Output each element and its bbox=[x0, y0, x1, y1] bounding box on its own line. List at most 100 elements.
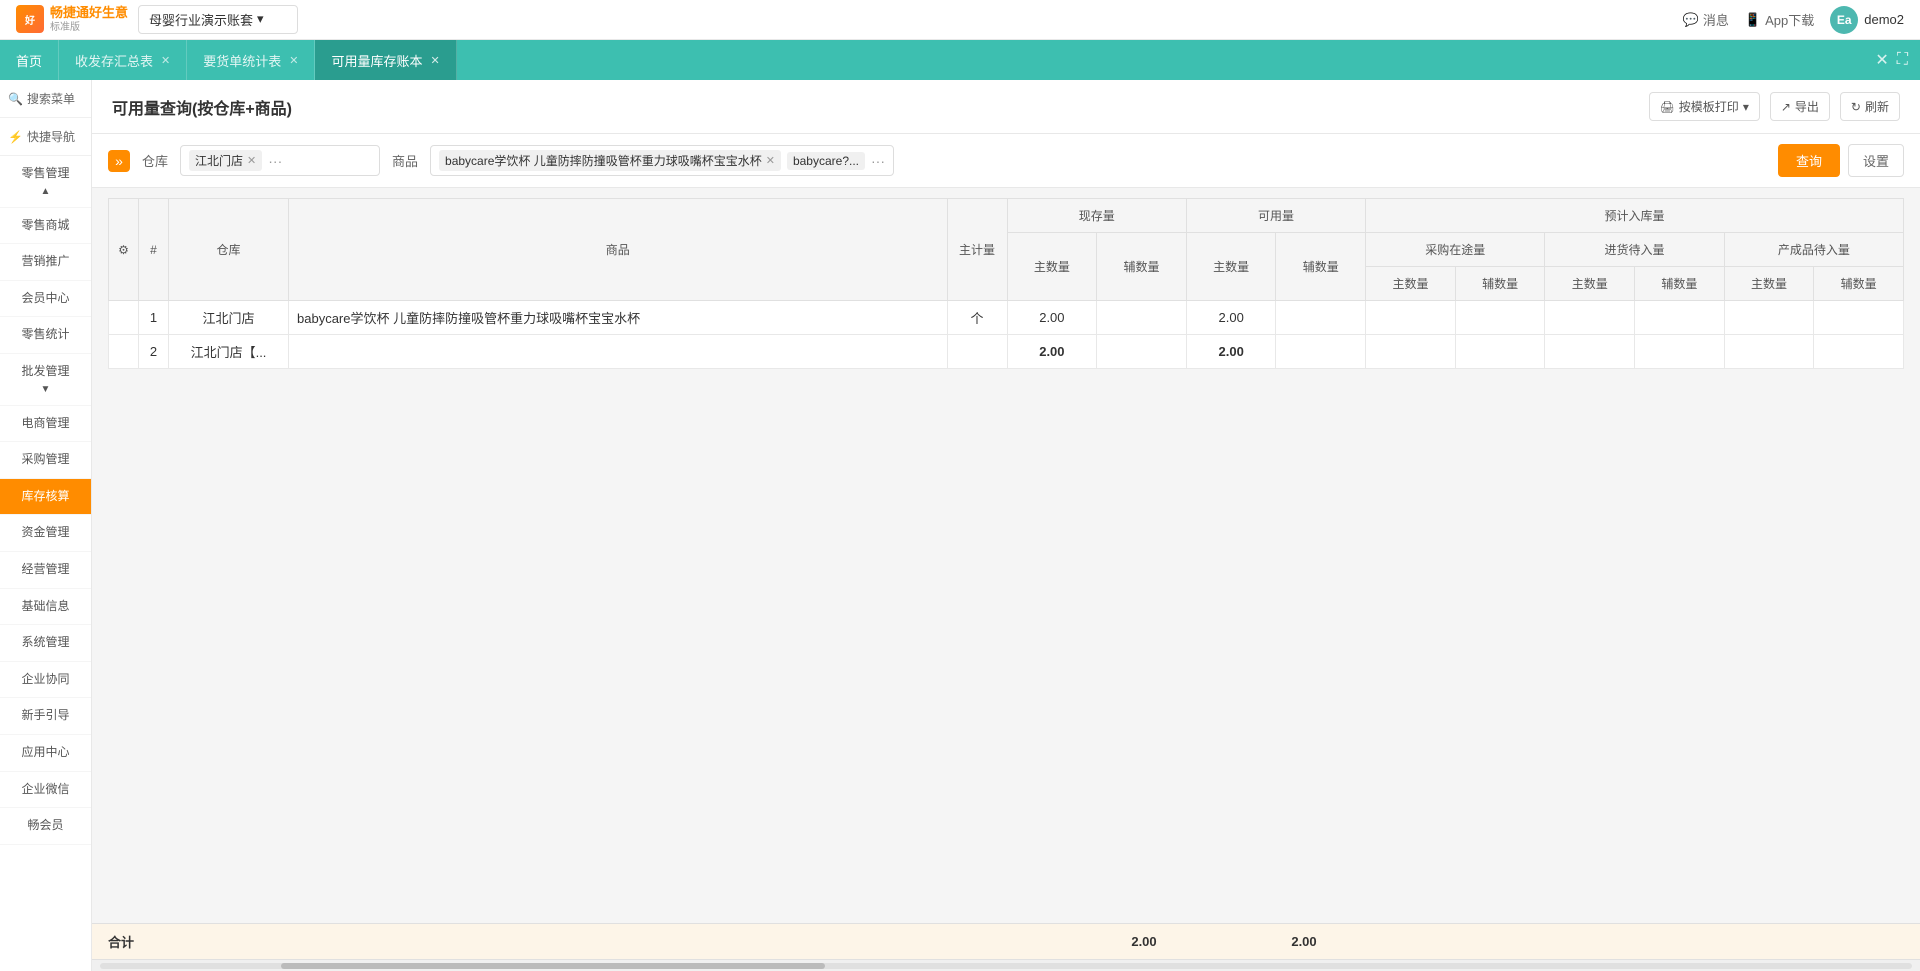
col-product-aux: 辅数量 bbox=[1814, 267, 1904, 301]
settings-button[interactable]: 设置 bbox=[1848, 144, 1904, 177]
cell-inbound-aux bbox=[1635, 301, 1725, 335]
remove-warehouse-tag-icon[interactable]: ✕ bbox=[247, 154, 256, 167]
table-container: ⚙ # 仓库 商品 主计量 现存量 可用量 预计入库量 主数量 辅数量 主数量 … bbox=[92, 188, 1920, 923]
cell-stock-aux bbox=[1097, 301, 1187, 335]
col-purchase-main: 主数量 bbox=[1366, 267, 1456, 301]
scrollbar-track bbox=[100, 963, 1912, 969]
cell-available-main: 2.00 bbox=[1186, 301, 1276, 335]
col-product-main: 主数量 bbox=[1724, 267, 1814, 301]
query-button[interactable]: 查询 bbox=[1778, 144, 1840, 177]
col-group-planned: 预计入库量 bbox=[1366, 199, 1904, 233]
sidebar-item-vip[interactable]: 畅会员 bbox=[0, 808, 91, 845]
inventory-table: ⚙ # 仓库 商品 主计量 现存量 可用量 预计入库量 主数量 辅数量 主数量 … bbox=[108, 198, 1904, 369]
sidebar-item-retail-store[interactable]: 零售商城 bbox=[0, 208, 91, 245]
cell-goods bbox=[289, 335, 948, 369]
nav-icon: ⚡ bbox=[8, 130, 23, 144]
sidebar-item-purchase[interactable]: 采购管理 bbox=[0, 442, 91, 479]
sidebar-item-ecommerce[interactable]: 电商管理 bbox=[0, 406, 91, 443]
col-settings[interactable]: ⚙ bbox=[109, 199, 139, 301]
warehouse-filter-input[interactable]: 江北门店 ✕ ··· bbox=[180, 145, 380, 176]
mobile-icon: 📱 bbox=[1745, 12, 1761, 28]
more-options-icon[interactable]: ··· bbox=[268, 153, 282, 169]
sidebar-search[interactable]: 🔍 搜索菜单 bbox=[0, 80, 91, 118]
col-stock-main: 主数量 bbox=[1007, 233, 1097, 301]
tab-available-inventory[interactable]: 可用量库存账本 ✕ bbox=[315, 40, 456, 80]
cell-stock-main: 2.00 bbox=[1007, 335, 1097, 369]
cell-product-main bbox=[1724, 301, 1814, 335]
expand-icon[interactable]: ⛶ bbox=[1897, 51, 1908, 69]
cell-unit: 个 bbox=[947, 301, 1007, 335]
sidebar-item-member[interactable]: 会员中心 bbox=[0, 281, 91, 318]
sidebar-nav-shortcut[interactable]: ⚡ 快捷导航 bbox=[0, 118, 91, 156]
cell-unit bbox=[947, 335, 1007, 369]
top-bar-right: 💬 消息 📱 App下载 Ea demo2 bbox=[1683, 6, 1904, 34]
logo-text: 畅捷通好生意 标准版 bbox=[50, 5, 128, 35]
username-label: demo2 bbox=[1864, 12, 1904, 27]
search-icon: 🔍 bbox=[8, 92, 23, 106]
cell-index: 1 bbox=[139, 301, 169, 335]
sidebar-item-wechat-work[interactable]: 企业微信 bbox=[0, 772, 91, 809]
cell-goods: babycare学饮杯 儿童防摔防撞吸管杯重力球吸嘴杯宝宝水杯 bbox=[289, 301, 948, 335]
app-download-button[interactable]: 📱 App下载 bbox=[1745, 10, 1814, 29]
sidebar-item-retail-stats[interactable]: 零售统计 bbox=[0, 317, 91, 354]
sidebar-item-newbie[interactable]: 新手引导 bbox=[0, 698, 91, 735]
cell-stock-aux bbox=[1097, 335, 1187, 369]
chevron-down-icon: ▾ bbox=[257, 11, 264, 27]
sidebar-item-retail-mgmt[interactable]: 零售管理 ▲ bbox=[0, 156, 91, 208]
close-icon[interactable]: ✕ bbox=[161, 54, 170, 67]
org-selector[interactable]: 母婴行业演示账套 ▾ bbox=[138, 5, 298, 34]
cell-available-main: 2.00 bbox=[1186, 335, 1276, 369]
warehouse-filter-label: 仓库 bbox=[142, 151, 168, 170]
cell-product-aux bbox=[1814, 335, 1904, 369]
sidebar: 🔍 搜索菜单 ⚡ 快捷导航 零售管理 ▲ 零售商城 营销推广 会员中心 零售统计… bbox=[0, 80, 92, 971]
user-area[interactable]: Ea demo2 bbox=[1830, 6, 1904, 34]
col-available-aux: 辅数量 bbox=[1276, 233, 1366, 301]
home-tab-label: 首页 bbox=[16, 51, 42, 70]
sidebar-item-basic-info[interactable]: 基础信息 bbox=[0, 589, 91, 626]
tab-bar: 首页 收发存汇总表 ✕ 要货单统计表 ✕ 可用量库存账本 ✕ ✕ ⛶ bbox=[0, 40, 1920, 80]
tab-bar-actions: ✕ ⛶ bbox=[1875, 50, 1920, 70]
sidebar-item-operations[interactable]: 经营管理 bbox=[0, 552, 91, 589]
cell-product-main bbox=[1724, 335, 1814, 369]
close-all-icon[interactable]: ✕ bbox=[1875, 50, 1888, 70]
cell-settings bbox=[109, 301, 139, 335]
expand-arrow-icon: ▼ bbox=[41, 384, 51, 395]
sidebar-item-inventory[interactable]: 库存核算 bbox=[0, 479, 91, 516]
col-index: # bbox=[139, 199, 169, 301]
sidebar-item-marketing[interactable]: 营销推广 bbox=[0, 244, 91, 281]
goods-tag-2: babycare?... bbox=[787, 152, 865, 170]
tab-home[interactable]: 首页 bbox=[0, 40, 59, 80]
message-icon: 💬 bbox=[1683, 12, 1699, 28]
sidebar-item-enterprise[interactable]: 企业协同 bbox=[0, 662, 91, 699]
col-group-stock: 现存量 bbox=[1007, 199, 1186, 233]
message-button[interactable]: 💬 消息 bbox=[1683, 10, 1729, 29]
export-button[interactable]: ↗ 导出 bbox=[1770, 92, 1830, 121]
page-header: 可用量查询(按仓库+商品) 🖨 按模板打印 ▾ ↗ 导出 ↻ 刷新 bbox=[92, 80, 1920, 134]
horizontal-scrollbar[interactable] bbox=[92, 959, 1920, 971]
col-inbound-main: 主数量 bbox=[1545, 267, 1635, 301]
remove-goods-tag1-icon[interactable]: ✕ bbox=[766, 154, 775, 167]
scrollbar-thumb[interactable] bbox=[281, 963, 825, 969]
top-bar-left: 好 畅捷通好生意 标准版 母婴行业演示账套 ▾ bbox=[16, 5, 298, 35]
sidebar-item-wholesale-mgmt[interactable]: 批发管理 ▼ bbox=[0, 354, 91, 406]
close-icon[interactable]: ✕ bbox=[431, 54, 440, 67]
sidebar-item-system[interactable]: 系统管理 bbox=[0, 625, 91, 662]
tab-receive-summary[interactable]: 收发存汇总表 ✕ bbox=[59, 40, 187, 80]
filter-actions: 查询 设置 bbox=[1778, 144, 1904, 177]
goods-filter-input[interactable]: babycare学饮杯 儿童防摔防撞吸管杯重力球吸嘴杯宝宝水杯 ✕ babyca… bbox=[430, 145, 894, 176]
refresh-button[interactable]: ↻ 刷新 bbox=[1840, 92, 1900, 121]
col-unit: 主计量 bbox=[947, 199, 1007, 301]
tab-order-stats[interactable]: 要货单统计表 ✕ bbox=[187, 40, 315, 80]
goods-filter-label: 商品 bbox=[392, 151, 418, 170]
template-print-button[interactable]: 🖨 按模板打印 ▾ bbox=[1649, 92, 1760, 121]
close-icon[interactable]: ✕ bbox=[289, 54, 298, 67]
more-goods-icon[interactable]: ··· bbox=[871, 153, 885, 169]
col-purchase-aux: 辅数量 bbox=[1455, 267, 1545, 301]
filter-bar: » 仓库 江北门店 ✕ ··· 商品 babycare学饮杯 儿童防摔防撞吸管杯… bbox=[92, 134, 1920, 188]
filter-expand-button[interactable]: » bbox=[108, 150, 130, 172]
sidebar-item-app-center[interactable]: 应用中心 bbox=[0, 735, 91, 772]
refresh-icon: ↻ bbox=[1851, 100, 1861, 114]
page-header-actions: 🖨 按模板打印 ▾ ↗ 导出 ↻ 刷新 bbox=[1649, 92, 1900, 133]
col-inbound-aux: 辅数量 bbox=[1635, 267, 1725, 301]
sidebar-item-finance[interactable]: 资金管理 bbox=[0, 515, 91, 552]
